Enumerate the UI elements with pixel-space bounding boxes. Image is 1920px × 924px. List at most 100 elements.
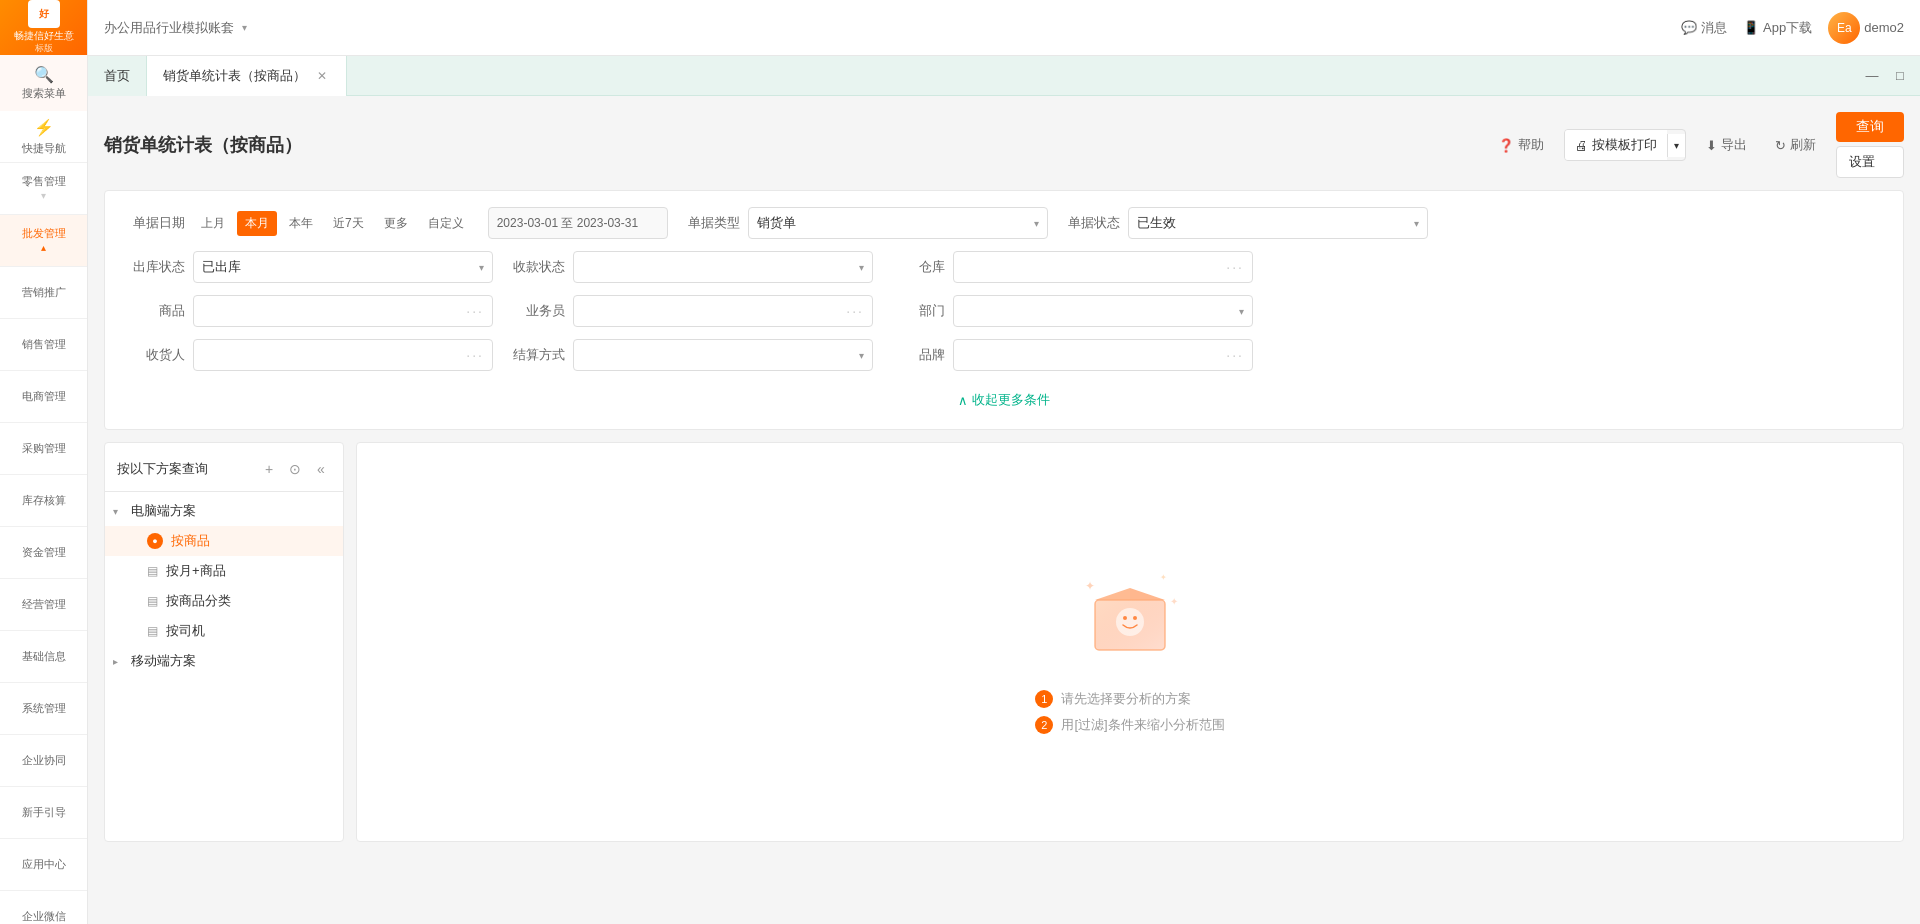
sidebar-item-inventory[interactable]: 库存核算 [0, 475, 87, 527]
warehouse-dropdown[interactable]: ··· [953, 251, 1253, 283]
doctype-dropdown[interactable]: 销货单 ▾ [748, 207, 1048, 239]
date-custom[interactable]: 自定义 [420, 211, 472, 236]
left-panel: 按以下方案查询 + ⊙ « ▾ 电脑端方案 ● 按商品 [104, 442, 344, 842]
user-profile[interactable]: Ea demo2 [1828, 12, 1904, 44]
query-button[interactable]: 查询 [1836, 112, 1904, 142]
scheme-icon-3: ▤ [147, 624, 158, 638]
refresh-icon: ↻ [1775, 138, 1786, 153]
sidebar-item-collab[interactable]: 企业协同 [0, 735, 87, 787]
dept-dropdown[interactable]: ▾ [953, 295, 1253, 327]
tree-item-by-month-product[interactable]: ▤ 按月+商品 [105, 556, 343, 586]
settings-button[interactable]: 设置 [1836, 146, 1904, 178]
tree-item-by-driver[interactable]: ▤ 按司机 [105, 616, 343, 646]
export-button[interactable]: ⬇ 导出 [1698, 132, 1755, 158]
settle-label: 结算方式 [501, 346, 565, 364]
outstatus-arrow-icon: ▾ [479, 262, 484, 273]
tree-item-by-product[interactable]: ● 按商品 [105, 526, 343, 556]
empty-state: ✦ ✦ ✦ 1 请先选择要分析的方案 2 用[过滤]条件来缩小分析范围 [356, 442, 1904, 842]
app-download-button[interactable]: 📱 App下载 [1743, 19, 1812, 37]
empty-illustration: ✦ ✦ ✦ [1070, 550, 1190, 670]
help-icon: ❓ [1498, 138, 1514, 153]
step-1-num: 1 [1035, 690, 1053, 708]
tab-report[interactable]: 销货单统计表（按商品） ✕ [147, 56, 347, 96]
date-more[interactable]: 更多 [376, 211, 416, 236]
sidebar-item-sales[interactable]: 销售管理 [0, 319, 87, 371]
sidebar-item-basic[interactable]: 基础信息 [0, 631, 87, 683]
salesman-dropdown[interactable]: ··· [573, 295, 873, 327]
tree-item-by-category[interactable]: ▤ 按商品分类 [105, 586, 343, 616]
tab-close-icon[interactable]: ✕ [314, 68, 330, 84]
right-panel: ✦ ✦ ✦ 1 请先选择要分析的方案 2 用[过滤]条件来缩小分析范围 [356, 442, 1904, 842]
avatar: Ea [1828, 12, 1860, 44]
dept-arrow-icon: ▾ [1239, 306, 1244, 317]
print-dropdown-icon[interactable]: ▾ [1667, 134, 1685, 157]
sidebar-item-ecommerce[interactable]: 电商管理 [0, 371, 87, 423]
print-main[interactable]: 🖨 按模板打印 [1565, 130, 1667, 160]
docstatus-dropdown[interactable]: 已生效 ▾ [1128, 207, 1428, 239]
page-title: 销货单统计表（按商品） [104, 133, 302, 157]
svg-point-6 [1133, 616, 1137, 620]
sidebar-item-wholesale[interactable]: 批发管理 ▴ [0, 215, 87, 267]
dept-label: 部门 [881, 302, 945, 320]
sidebar-item-marketing[interactable]: 营销推广 [0, 267, 87, 319]
date-this-month[interactable]: 本月 [237, 211, 277, 236]
message-button[interactable]: 💬 消息 [1681, 19, 1727, 37]
payment-arrow-icon: ▾ [859, 262, 864, 273]
date-last-month[interactable]: 上月 [193, 211, 233, 236]
tree-parent-mobile[interactable]: ▸ 移动端方案 [105, 646, 343, 676]
sidebar-item-quicknav[interactable]: ⚡ 快捷导航 [0, 111, 87, 163]
sidebar-item-purchase[interactable]: 采购管理 [0, 423, 87, 475]
window-maximize-button[interactable]: □ [1888, 64, 1912, 88]
empty-steps: 1 请先选择要分析的方案 2 用[过滤]条件来缩小分析范围 [1035, 690, 1224, 734]
outstatus-dropdown[interactable]: 已出库 ▾ [193, 251, 493, 283]
date-this-year[interactable]: 本年 [281, 211, 321, 236]
docstatus-label: 单据状态 [1056, 214, 1120, 232]
collapse-panel-button[interactable]: « [311, 459, 331, 479]
add-scheme-button[interactable]: + [259, 459, 279, 479]
refresh-button[interactable]: ↻ 刷新 [1767, 132, 1824, 158]
tab-home[interactable]: 首页 [88, 56, 147, 96]
breadcrumb-dropdown-icon[interactable]: ▾ [242, 22, 247, 33]
step-2-num: 2 [1035, 716, 1053, 734]
quicknav-icon: ⚡ [34, 117, 54, 139]
sidebar-item-management[interactable]: 经营管理 [0, 579, 87, 631]
product-dropdown[interactable]: ··· [193, 295, 493, 327]
window-minimize-button[interactable]: — [1860, 64, 1884, 88]
app-logo: 好 畅捷信好生意 标版 [0, 0, 87, 55]
tree-parent-desktop[interactable]: ▾ 电脑端方案 [105, 496, 343, 526]
doctype-arrow-icon: ▾ [1034, 218, 1039, 229]
payment-dropdown[interactable]: ▾ [573, 251, 873, 283]
warehouse-dots-icon: ··· [1226, 259, 1244, 275]
print-button[interactable]: 🖨 按模板打印 ▾ [1564, 129, 1686, 161]
svg-text:✦: ✦ [1170, 596, 1178, 607]
tree-arrow-icon: ▾ [113, 506, 127, 517]
date-label: 单据日期 [121, 214, 185, 232]
help-button[interactable]: ❓ 帮助 [1490, 132, 1552, 158]
panel-header: 按以下方案查询 + ⊙ « [105, 451, 343, 487]
receiver-dropdown[interactable]: ··· [193, 339, 493, 371]
settle-dropdown[interactable]: ▾ [573, 339, 873, 371]
svg-text:✦: ✦ [1085, 579, 1095, 593]
empty-step-2: 2 用[过滤]条件来缩小分析范围 [1035, 716, 1224, 734]
filter-row-3: 商品 ··· 业务员 ··· 部门 ▾ [121, 295, 1887, 327]
settings-scheme-button[interactable]: ⊙ [285, 459, 305, 479]
sidebar-item-finance[interactable]: 资金管理 [0, 527, 87, 579]
panel-header-actions: + ⊙ « [259, 459, 331, 479]
sidebar-item-system[interactable]: 系统管理 [0, 683, 87, 735]
date-range-input[interactable]: 2023-03-01 至 2023-03-31 [488, 207, 668, 239]
brand-dropdown[interactable]: ··· [953, 339, 1253, 371]
product-dots-icon: ··· [466, 303, 484, 319]
collapse-button[interactable]: ∧ 收起更多条件 [121, 383, 1887, 413]
logo-icon: 好 [28, 0, 60, 28]
sidebar-item-appstore[interactable]: 应用中心 [0, 839, 87, 891]
sidebar-item-search[interactable]: 🔍 搜索菜单 [0, 55, 87, 111]
message-icon: 💬 [1681, 20, 1697, 35]
settle-arrow-icon: ▾ [859, 350, 864, 361]
receiver-label: 收货人 [121, 346, 185, 364]
filter-row-1: 单据日期 上月 本月 本年 近7天 更多 自定义 2023-03-01 至 20… [121, 207, 1887, 239]
svg-point-4 [1116, 608, 1144, 636]
date-last-7days[interactable]: 近7天 [325, 211, 372, 236]
sidebar-item-retail[interactable]: 零售管理 ▾ [0, 163, 87, 215]
sidebar-item-wechat[interactable]: 企业微信 [0, 891, 87, 924]
sidebar-item-newbie[interactable]: 新手引导 [0, 787, 87, 839]
